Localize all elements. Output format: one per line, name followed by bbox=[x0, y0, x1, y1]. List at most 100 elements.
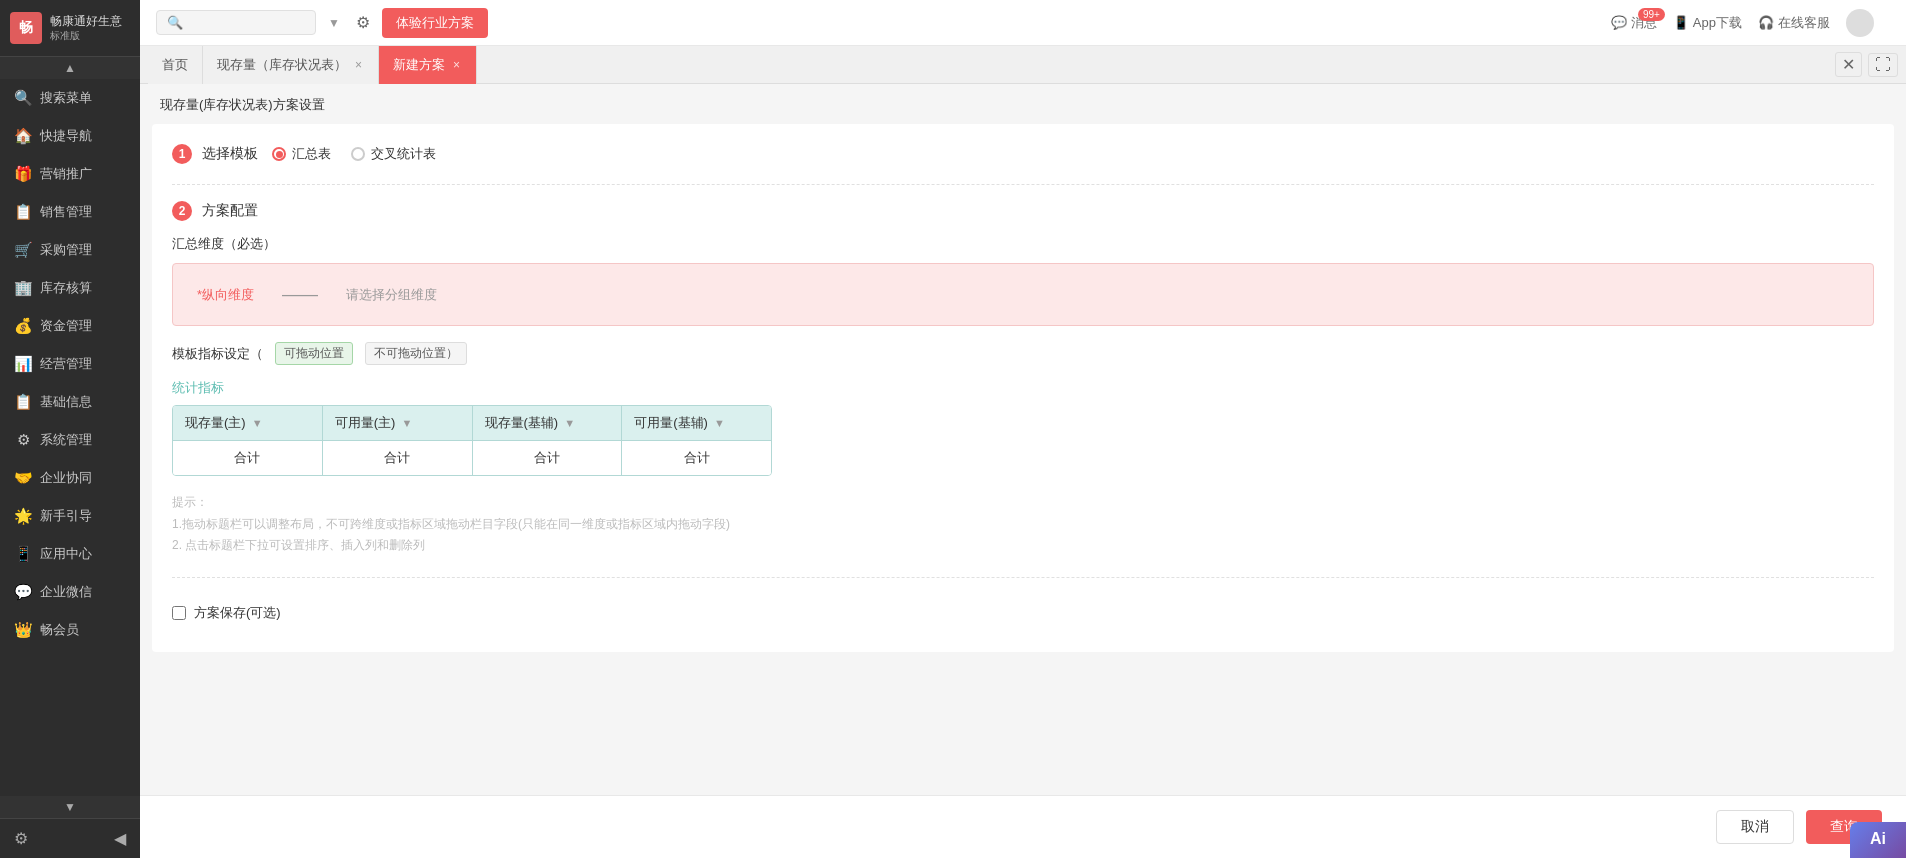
tab-new-schema[interactable]: 新建方案 × bbox=[379, 46, 477, 84]
tab-close-button[interactable]: ✕ bbox=[1835, 52, 1862, 77]
tab-new-schema-close[interactable]: × bbox=[451, 58, 462, 72]
stats-col-cell: 合计 bbox=[323, 441, 473, 475]
sidebar-item-member[interactable]: 👑 畅会员 bbox=[0, 611, 140, 649]
message-badge: 99+ bbox=[1638, 8, 1665, 21]
topbar-gear-icon[interactable]: ⚙ bbox=[356, 13, 370, 32]
sidebar-item-ops[interactable]: 📊经营管理 bbox=[0, 345, 140, 383]
sidebar-label-corp: 企业协同 bbox=[40, 469, 92, 487]
save-checkbox[interactable] bbox=[172, 606, 186, 620]
step2-title: 方案配置 bbox=[202, 202, 258, 220]
sidebar-item-finance[interactable]: 💰资金管理 bbox=[0, 307, 140, 345]
topbar-chevron[interactable]: ▼ bbox=[328, 16, 340, 30]
sidebar-scroll-down[interactable]: ▼ bbox=[0, 796, 140, 818]
message-icon: 💬 bbox=[1611, 15, 1627, 30]
user-avatar[interactable] bbox=[1846, 9, 1874, 37]
cancel-button[interactable]: 取消 bbox=[1716, 810, 1794, 844]
app-label: App下载 bbox=[1693, 14, 1742, 32]
sidebar-label-member: 畅会员 bbox=[40, 621, 79, 639]
col-header-label: 现存量(基辅) bbox=[485, 414, 559, 432]
col-dropdown-icon[interactable]: ▼ bbox=[564, 417, 575, 429]
topbar-message[interactable]: 💬 消息 99+ bbox=[1611, 14, 1657, 32]
indicator-settings-label: 模板指标设定（ bbox=[172, 345, 263, 363]
dim-placeholder: 请选择分组维度 bbox=[346, 286, 437, 304]
sidebar-icon-ops: 📊 bbox=[14, 355, 32, 373]
step2-header: 2 方案配置 bbox=[172, 201, 1874, 221]
stats-col-header[interactable]: 可用量(基辅)▼ bbox=[622, 406, 771, 440]
sidebar-icon-inventory: 🏢 bbox=[14, 279, 32, 297]
sidebar-icon-member: 👑 bbox=[14, 621, 32, 639]
dimension-area[interactable]: *纵向维度 —— 请选择分组维度 bbox=[172, 263, 1874, 326]
sidebar-icon-sales: 📋 bbox=[14, 203, 32, 221]
tips-intro: 提示： bbox=[172, 492, 1874, 514]
app-edition: 标准版 bbox=[50, 29, 122, 43]
step2-number: 2 bbox=[172, 201, 192, 221]
dimension-label: 汇总维度（必选） bbox=[172, 235, 1874, 253]
sidebar-label-marketing: 营销推广 bbox=[40, 165, 92, 183]
sidebar-item-system[interactable]: ⚙系统管理 bbox=[0, 421, 140, 459]
topbar-right: 💬 消息 99+ 📱 App下载 🎧 在线客服 bbox=[1611, 9, 1890, 37]
ai-float-button[interactable]: Ai bbox=[1850, 822, 1906, 858]
stats-col-cell: 合计 bbox=[622, 441, 771, 475]
divider1 bbox=[172, 184, 1874, 185]
col-dropdown-icon[interactable]: ▼ bbox=[252, 417, 263, 429]
radio-crosstab[interactable]: 交叉统计表 bbox=[351, 145, 436, 163]
sidebar-label-apps: 应用中心 bbox=[40, 545, 92, 563]
stats-title: 统计指标 bbox=[172, 379, 1874, 397]
sidebar-item-wechat[interactable]: 💬企业微信 bbox=[0, 573, 140, 611]
tab-fullscreen-button[interactable]: ⛶ bbox=[1868, 53, 1898, 77]
sidebar-label-purchase: 采购管理 bbox=[40, 241, 92, 259]
search-input[interactable] bbox=[189, 16, 299, 30]
sidebar-item-corp[interactable]: 🤝 企业协同 bbox=[0, 459, 140, 497]
search-box[interactable]: 🔍 bbox=[156, 10, 316, 35]
main-container: 🔍 ▼ ⚙ 体验行业方案 💬 消息 99+ 📱 App下载 🎧 在线客服 bbox=[140, 0, 1906, 858]
col-dropdown-icon[interactable]: ▼ bbox=[401, 417, 412, 429]
sidebar-icon-search: 🔍 bbox=[14, 89, 32, 107]
radio-summary[interactable]: 汇总表 bbox=[272, 145, 331, 163]
tab-new-schema-label: 新建方案 bbox=[393, 56, 445, 74]
sidebar-item-quicknav[interactable]: 🏠快捷导航 bbox=[0, 117, 140, 155]
sidebar-scroll-up[interactable]: ▲ bbox=[0, 57, 140, 79]
phone-icon: 📱 bbox=[1673, 15, 1689, 30]
indicator-settings: 模板指标设定（ 可拖动位置 不可拖动位置） bbox=[172, 342, 1874, 365]
stats-col-header[interactable]: 现存量(基辅) ▼ bbox=[473, 406, 623, 440]
stats-col-header[interactable]: 可用量(主)▼ bbox=[323, 406, 473, 440]
dim-required: *纵向维度 bbox=[197, 286, 254, 304]
page-title: 现存量(库存状况表)方案设置 bbox=[140, 96, 1906, 124]
step2-section: 2 方案配置 汇总维度（必选） *纵向维度 —— 请选择分组维度 模板指标设定（… bbox=[172, 201, 1874, 557]
sidebar-item-marketing[interactable]: 🎁营销推广 bbox=[0, 155, 140, 193]
stats-col-cell: 合计 bbox=[473, 441, 623, 475]
topbar-app-download[interactable]: 📱 App下载 bbox=[1673, 14, 1742, 32]
sidebar-label-sales: 销售管理 bbox=[40, 203, 92, 221]
settings-icon[interactable]: ⚙ bbox=[14, 829, 28, 848]
sidebar-menu: 🔍搜索菜单🏠快捷导航🎁营销推广 📋 销售管理 🛒采购管理🏢库存核算💰资金管理📊经营管理… bbox=[0, 79, 140, 796]
tabs-bar: 首页 现存量（库存状况表） × 新建方案 × ✕ ⛶ bbox=[140, 46, 1906, 84]
stats-table-header: 现存量(主)▼可用量(主)▼现存量(基辅)▼可用量(基辅)▼ bbox=[173, 406, 771, 440]
sidebar-item-inventory[interactable]: 🏢库存核算 bbox=[0, 269, 140, 307]
stats-col-header[interactable]: 现存量(主)▼ bbox=[173, 406, 323, 440]
sidebar-item-purchase[interactable]: 🛒采购管理 bbox=[0, 231, 140, 269]
sidebar-item-search[interactable]: 🔍搜索菜单 bbox=[0, 79, 140, 117]
topbar-online-service[interactable]: 🎧 在线客服 bbox=[1758, 14, 1830, 32]
draggable-tag: 可拖动位置 bbox=[275, 342, 353, 365]
save-label: 方案保存(可选) bbox=[194, 604, 281, 622]
sidebar-label-guide: 新手引导 bbox=[40, 507, 92, 525]
sidebar-item-sales[interactable]: 📋 销售管理 bbox=[0, 193, 140, 231]
step1-title: 选择模板 bbox=[202, 145, 258, 163]
tips-area: 提示： 1.拖动标题栏可以调整布局，不可跨维度或指标区域拖动栏目字段(只能在同一… bbox=[172, 492, 1874, 557]
topbar: 🔍 ▼ ⚙ 体验行业方案 💬 消息 99+ 📱 App下载 🎧 在线客服 bbox=[140, 0, 1906, 46]
experience-button[interactable]: 体验行业方案 bbox=[382, 8, 488, 38]
sidebar-icon-corp: 🤝 bbox=[14, 469, 32, 487]
schema-panel: 1 选择模板 汇总表 交叉统计表 bbox=[152, 124, 1894, 652]
tab-inventory[interactable]: 现存量（库存状况表） × bbox=[203, 46, 379, 84]
tab-inventory-close[interactable]: × bbox=[353, 58, 364, 72]
sidebar-item-apps[interactable]: 📱应用中心 bbox=[0, 535, 140, 573]
sidebar-item-basic[interactable]: 📋基础信息 bbox=[0, 383, 140, 421]
search-icon: 🔍 bbox=[167, 15, 183, 30]
tab-home[interactable]: 首页 bbox=[148, 46, 203, 84]
indicator-label: 模板指标设定（ 可拖动位置 不可拖动位置） bbox=[172, 342, 1874, 365]
col-dropdown-icon[interactable]: ▼ bbox=[714, 417, 725, 429]
sidebar-item-guide[interactable]: 🌟新手引导 bbox=[0, 497, 140, 535]
sidebar-icon-system: ⚙ bbox=[14, 431, 32, 449]
collapse-icon[interactable]: ◀ bbox=[114, 829, 126, 848]
logo-icon: 畅 bbox=[10, 12, 42, 44]
